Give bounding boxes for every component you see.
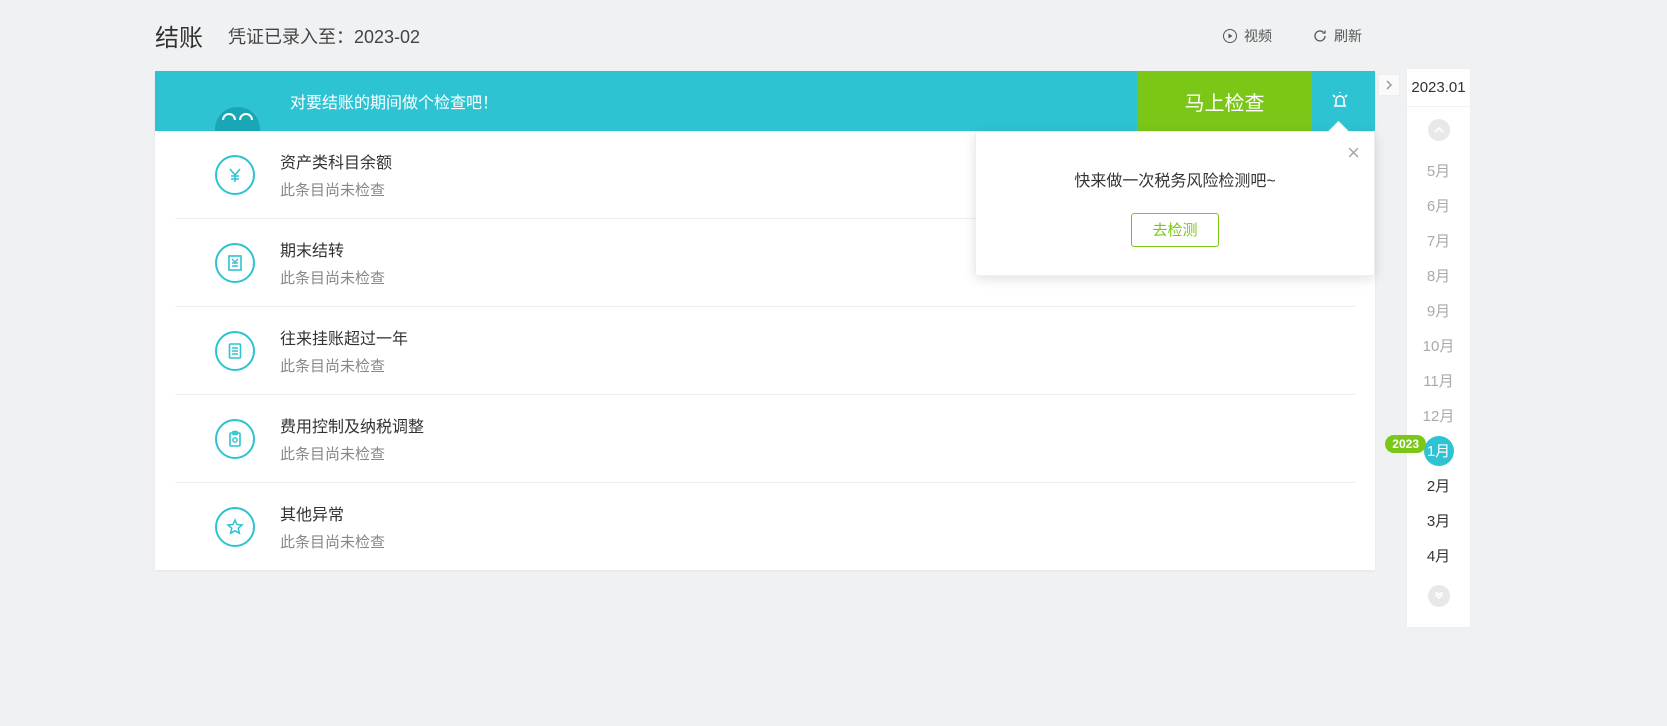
item-sub: 此条目尚未检查 [280,443,424,464]
year-badge: 2023 [1385,435,1426,453]
month-option[interactable]: 8月 [1407,258,1470,293]
popup-text: 快来做一次税务风险检测吧~ [996,167,1354,191]
month-option[interactable]: 9月 [1407,293,1470,328]
month-label: 9月 [1427,303,1450,320]
item-title: 往来挂账超过一年 [280,325,408,349]
month-label: 12月 [1423,408,1455,425]
month-label: 3月 [1427,513,1450,530]
month-label: 5月 [1427,163,1450,180]
item-title: 资产类科目余额 [280,149,392,173]
month-option[interactable]: 5月 [1407,153,1470,188]
month-label: 6月 [1427,198,1450,215]
chevron-right-icon [1384,80,1394,90]
go-check-button[interactable]: 去检测 [1131,213,1219,247]
refresh-button[interactable]: 刷新 [1312,26,1362,46]
invoice-icon [215,243,255,283]
month-label: 1月 [1427,443,1450,460]
yen-icon [215,155,255,195]
month-label: 2月 [1427,478,1450,495]
scroll-down-button[interactable] [1428,585,1450,607]
chevron-up-icon [1434,126,1444,134]
video-label: 视频 [1244,26,1272,46]
star-icon [215,507,255,547]
refresh-label: 刷新 [1334,26,1362,46]
item-title: 费用控制及纳税调整 [280,413,424,437]
month-option[interactable]: 2月 [1407,468,1470,503]
bell-icon [1328,89,1352,113]
play-icon [1222,28,1238,44]
list-item[interactable]: 费用控制及纳税调整此条目尚未检查 [175,395,1355,483]
clipboard-icon [215,419,255,459]
month-option[interactable]: 7月 [1407,223,1470,258]
month-option[interactable]: 20231月 [1407,433,1470,468]
month-label: 10月 [1423,338,1455,355]
robot-icon [215,107,260,131]
close-icon[interactable]: × [1347,142,1360,164]
year-label[interactable]: 2023.01 [1407,69,1470,107]
check-banner: 对要结账的期间做个检查吧！ 马上检查 × 快来做一次税务风险检测吧~ 去检测 [155,71,1375,131]
month-option[interactable]: 11月 [1407,363,1470,398]
month-option[interactable]: 3月 [1407,503,1470,538]
item-title: 其他异常 [280,501,385,525]
expand-chevron[interactable] [1378,74,1400,96]
item-sub: 此条目尚未检查 [280,355,408,376]
list-item[interactable]: 往来挂账超过一年此条目尚未检查 [175,307,1355,395]
item-title: 期末结转 [280,237,385,261]
video-button[interactable]: 视频 [1222,26,1272,46]
risk-popup: × 快来做一次税务风险检测吧~ 去检测 [975,131,1375,276]
voucher-period: 凭证已录入至：2023-02 [228,23,420,49]
month-sidebar: 2023.01 5月 6月 7月 8月 9月 10月 11月 12月 20231月 2月 3月 4月 [1406,68,1471,628]
list-item[interactable]: 其他异常此条目尚未检查 [175,483,1355,570]
month-label: 7月 [1427,233,1450,250]
page-title: 结账 [155,18,203,53]
main-panel: 对要结账的期间做个检查吧！ 马上检查 × 快来做一次税务风险检测吧~ 去检测 资… [155,71,1375,570]
month-option[interactable]: 6月 [1407,188,1470,223]
scroll-up-button[interactable] [1428,119,1450,141]
refresh-icon [1312,28,1328,44]
chevron-down-icon [1434,592,1444,600]
month-option[interactable]: 10月 [1407,328,1470,363]
item-sub: 此条目尚未检查 [280,179,392,200]
item-sub: 此条目尚未检查 [280,267,385,288]
item-sub: 此条目尚未检查 [280,531,385,552]
month-option[interactable]: 12月 [1407,398,1470,433]
check-now-button[interactable]: 马上检查 [1137,71,1312,131]
document-icon [215,331,255,371]
month-option[interactable]: 4月 [1407,538,1470,573]
month-label: 8月 [1427,268,1450,285]
month-label: 11月 [1423,373,1454,390]
month-label: 4月 [1427,548,1450,565]
banner-text: 对要结账的期间做个检查吧！ [290,89,498,113]
